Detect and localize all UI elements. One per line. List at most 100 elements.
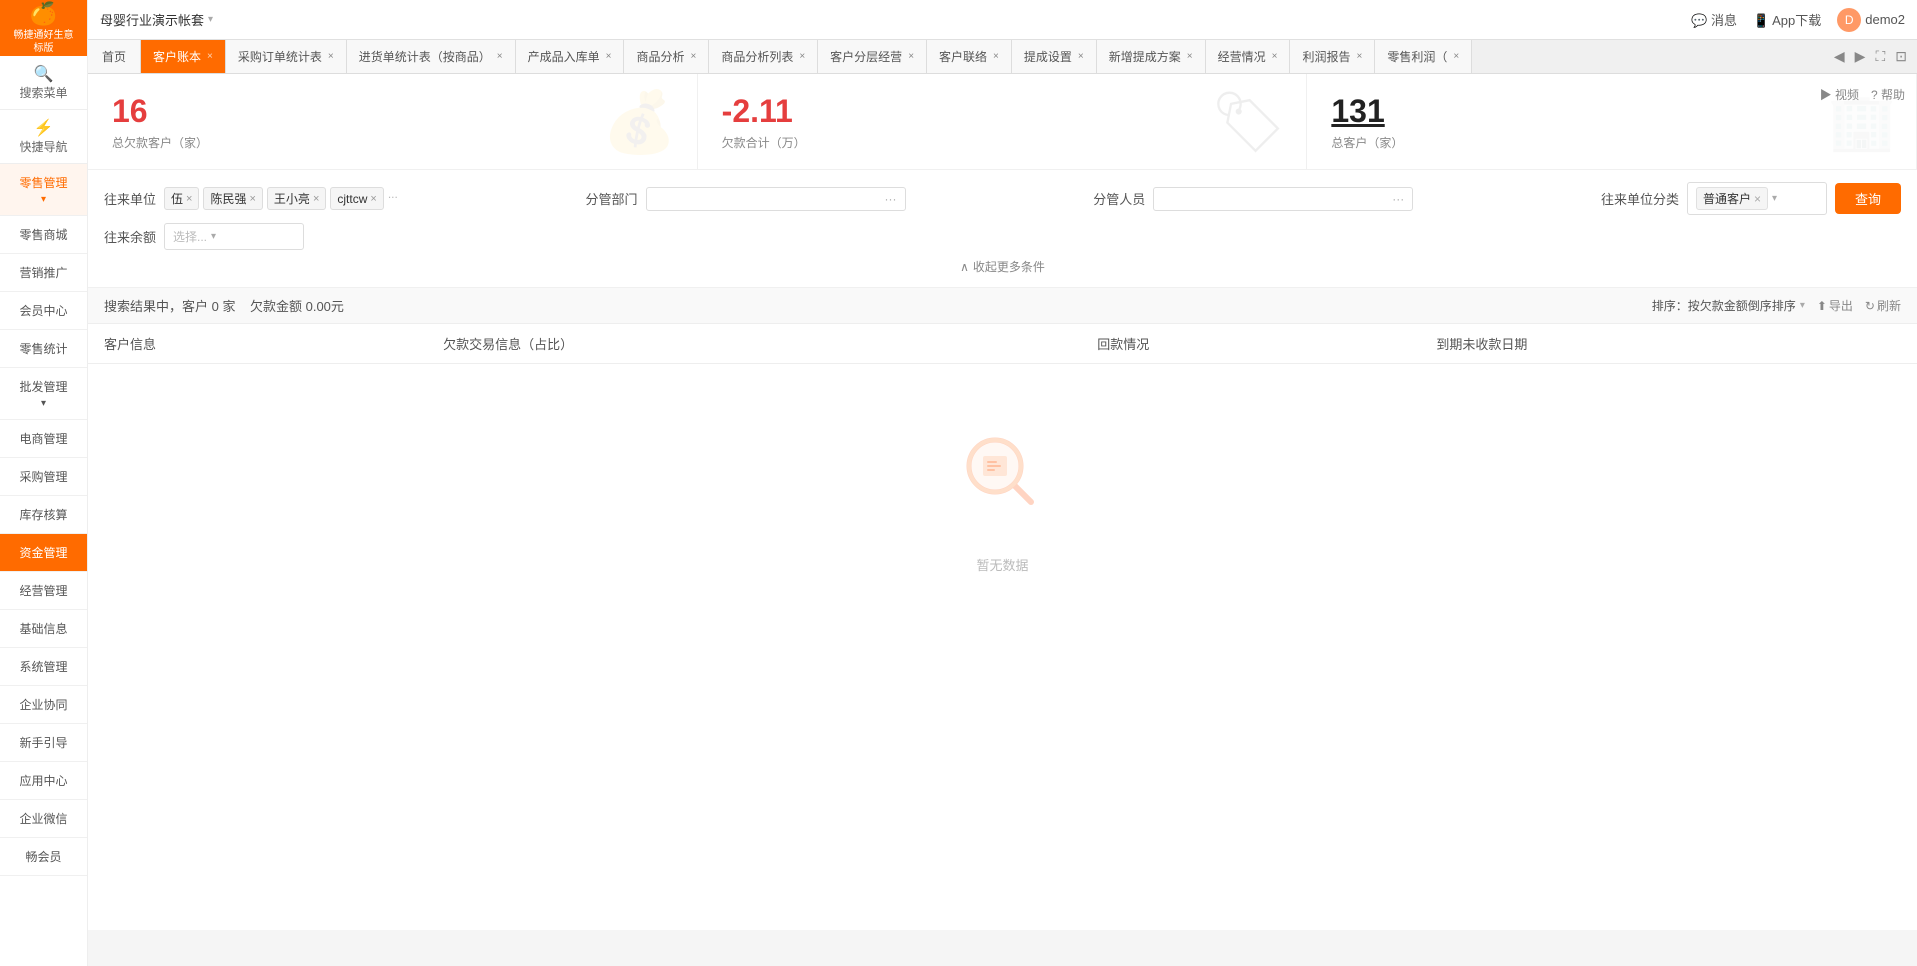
sidebar-item-system[interactable]: 系统管理 [0,648,87,686]
filter-unit-tags: 伍 × 陈民强 × 王小亮 × [164,187,398,210]
empty-text: 暂无数据 [976,555,1028,574]
sidebar-item-marketing[interactable]: 营销推广 [0,254,87,292]
tab-retail-profit[interactable]: 零售利润（ × [1375,40,1472,74]
tab-fullscreen-icon[interactable]: ⊡ [1891,46,1911,67]
tab-prev-icon[interactable]: ◀ [1830,46,1849,67]
sort-label: 排序：按欠款金额倒序排序 [1652,297,1796,314]
tab-expand-icon[interactable]: ⛶ [1871,46,1889,67]
tab-close-icon[interactable]: × [606,51,612,62]
env-selector[interactable]: 母婴行业演示帐套 ▾ [100,10,213,29]
tab-close-icon[interactable]: × [328,51,334,62]
sidebar-item-basic-info[interactable]: 基础信息 [0,610,87,648]
tag-close-wu[interactable]: × [186,193,192,205]
tab-product-analysis[interactable]: 商品分析 × [624,40,709,74]
category-tag-close[interactable]: × [1754,192,1761,206]
tag-close-wang[interactable]: × [313,193,319,205]
tab-purchase-stats[interactable]: 进货单统计表（按商品） × [347,40,516,74]
collapse-icon: ∧ [960,260,969,274]
export-icon: ⬆ [1817,299,1827,313]
tab-operations[interactable]: 经营情况 × [1206,40,1291,74]
tab-production-inbound[interactable]: 产成品入库单 × [516,40,625,74]
sidebar-item-vip[interactable]: 畅会员 [0,838,87,876]
tab-close-icon[interactable]: × [799,51,805,62]
dept-clear-icon[interactable]: ··· [885,192,897,206]
tab-product-analysis-list[interactable]: 商品分析列表 × [709,40,818,74]
content-area: 16 总欠款客户（家） 💰 -2.11 欠款合计（万） 🏷 131 总客户（家）… [88,74,1917,966]
tab-home[interactable]: 首页 [88,40,141,74]
tab-new-promotion[interactable]: 新增提成方案 × [1097,40,1206,74]
tab-close-icon[interactable]: × [1272,51,1278,62]
balance-placeholder: 选择... [173,228,207,245]
tab-customer-contact[interactable]: 客户联络 × [927,40,1012,74]
sort-select[interactable]: 排序：按欠款金额倒序排序 ▾ [1652,297,1805,314]
result-bar-right: 排序：按欠款金额倒序排序 ▾ ⬆ 导出 ↻ 刷新 [1652,297,1901,314]
col-due-date: 到期未收款日期 [1420,324,1917,364]
sidebar-item-app-center[interactable]: 应用中心 [0,762,87,800]
tab-purchase-order[interactable]: 采购订单统计表 × [226,40,347,74]
filter-manager-label: 分管人员 [1093,189,1145,208]
tag-close-chen[interactable]: × [249,193,255,205]
filter-category-select[interactable]: 普通客户 × ▾ [1687,182,1827,215]
sidebar-item-member-center[interactable]: 会员中心 [0,292,87,330]
tab-close-icon[interactable]: × [207,51,213,62]
tab-customer-account[interactable]: 客户账本 × [141,40,226,74]
sort-chevron-icon: ▾ [1800,300,1805,311]
tab-customer-tier[interactable]: 客户分层经营 × [818,40,927,74]
sidebar-item-operations[interactable]: 经营管理 [0,572,87,610]
tag-close-cj[interactable]: × [370,193,376,205]
filter-manager-input[interactable]: ··· [1153,187,1413,211]
result-summary: 搜索结果中，客户 0 家 欠款金额 0.00元 [104,296,344,315]
sidebar-item-retail-stats[interactable]: 零售统计 [0,330,87,368]
video-btn[interactable]: ▶ 视频 [1820,86,1859,103]
sidebar-item-retail-mall[interactable]: 零售商城 [0,216,87,254]
filter-dept-input[interactable]: ··· [646,187,906,211]
filter-unit-label: 往来单位 [104,189,156,208]
tab-close-icon[interactable]: × [993,51,999,62]
collapse-button[interactable]: ∧ 收起更多条件 [104,258,1901,275]
sidebar-item-purchase[interactable]: 采购管理 [0,458,87,496]
sidebar-item-retail-mgmt[interactable]: 零售管理 ▾ [0,164,87,216]
empty-icon [953,424,1053,543]
sidebar-item-new-guide[interactable]: 新手引导 [0,724,87,762]
filter-balance-label: 往来余额 [104,227,156,246]
filter-tag-wu: 伍 × [164,187,199,210]
tab-close-icon[interactable]: × [908,51,914,62]
help-btn[interactable]: ? 帮助 [1871,86,1905,103]
tab-close-icon[interactable]: × [1453,51,1459,62]
stat-value-customers: 16 [112,92,148,130]
logo-text: 畅捷通好生意 标版 [14,29,74,55]
tab-close-icon[interactable]: × [1187,51,1193,62]
data-table: 客户信息 欠款交易信息（占比） 回款情况 到期未收款日期 [88,324,1917,364]
sidebar-item-finance[interactable]: 资金管理 [0,534,87,572]
sidebar-item-enterprise-coop[interactable]: 企业协同 [0,686,87,724]
env-chevron-icon: ▾ [208,14,213,25]
query-button[interactable]: 查询 [1835,183,1901,214]
tab-profit-report[interactable]: 利润报告 × [1290,40,1375,74]
filter-balance-select[interactable]: 选择... ▾ [164,223,304,250]
table-header: 客户信息 欠款交易信息（占比） 回款情况 到期未收款日期 [88,324,1917,364]
tab-close-icon[interactable]: × [690,51,696,62]
sidebar-item-ecommerce[interactable]: 电商管理 [0,420,87,458]
sidebar-item-wholesale[interactable]: 批发管理 ▾ [0,368,87,420]
message-icon: 💬 [1691,13,1707,28]
message-btn[interactable]: 💬 消息 [1691,10,1737,29]
tab-promotion-settings[interactable]: 提成设置 × [1012,40,1097,74]
refresh-button[interactable]: ↻ 刷新 [1865,297,1901,314]
filter-tag-wang: 王小亮 × [267,187,326,210]
tab-close-icon[interactable]: × [497,51,503,62]
manager-more-icon[interactable]: ··· [1392,192,1404,206]
tab-close-icon[interactable]: × [1078,51,1084,62]
user-avatar[interactable]: D demo2 [1837,8,1905,32]
app-download-btn[interactable]: 📱 App下载 [1753,10,1821,29]
sidebar-item-search[interactable]: 🔍 搜索菜单 [0,56,87,110]
sidebar-item-inventory[interactable]: 库存核算 [0,496,87,534]
filter-dept-label: 分管部门 [586,189,638,208]
sidebar-item-quick-nav[interactable]: ⚡ 快捷导航 [0,110,87,164]
filter-more-units[interactable]: ... [388,187,398,210]
sidebar-item-enterprise-wechat[interactable]: 企业微信 [0,800,87,838]
tab-close-icon[interactable]: × [1356,51,1362,62]
stat-block-amount: -2.11 欠款合计（万） 🏷 [698,74,1308,169]
category-chevron-icon: ▾ [1772,193,1777,204]
export-button[interactable]: ⬆ 导出 [1817,297,1853,314]
tab-next-icon[interactable]: ▶ [1851,46,1870,67]
